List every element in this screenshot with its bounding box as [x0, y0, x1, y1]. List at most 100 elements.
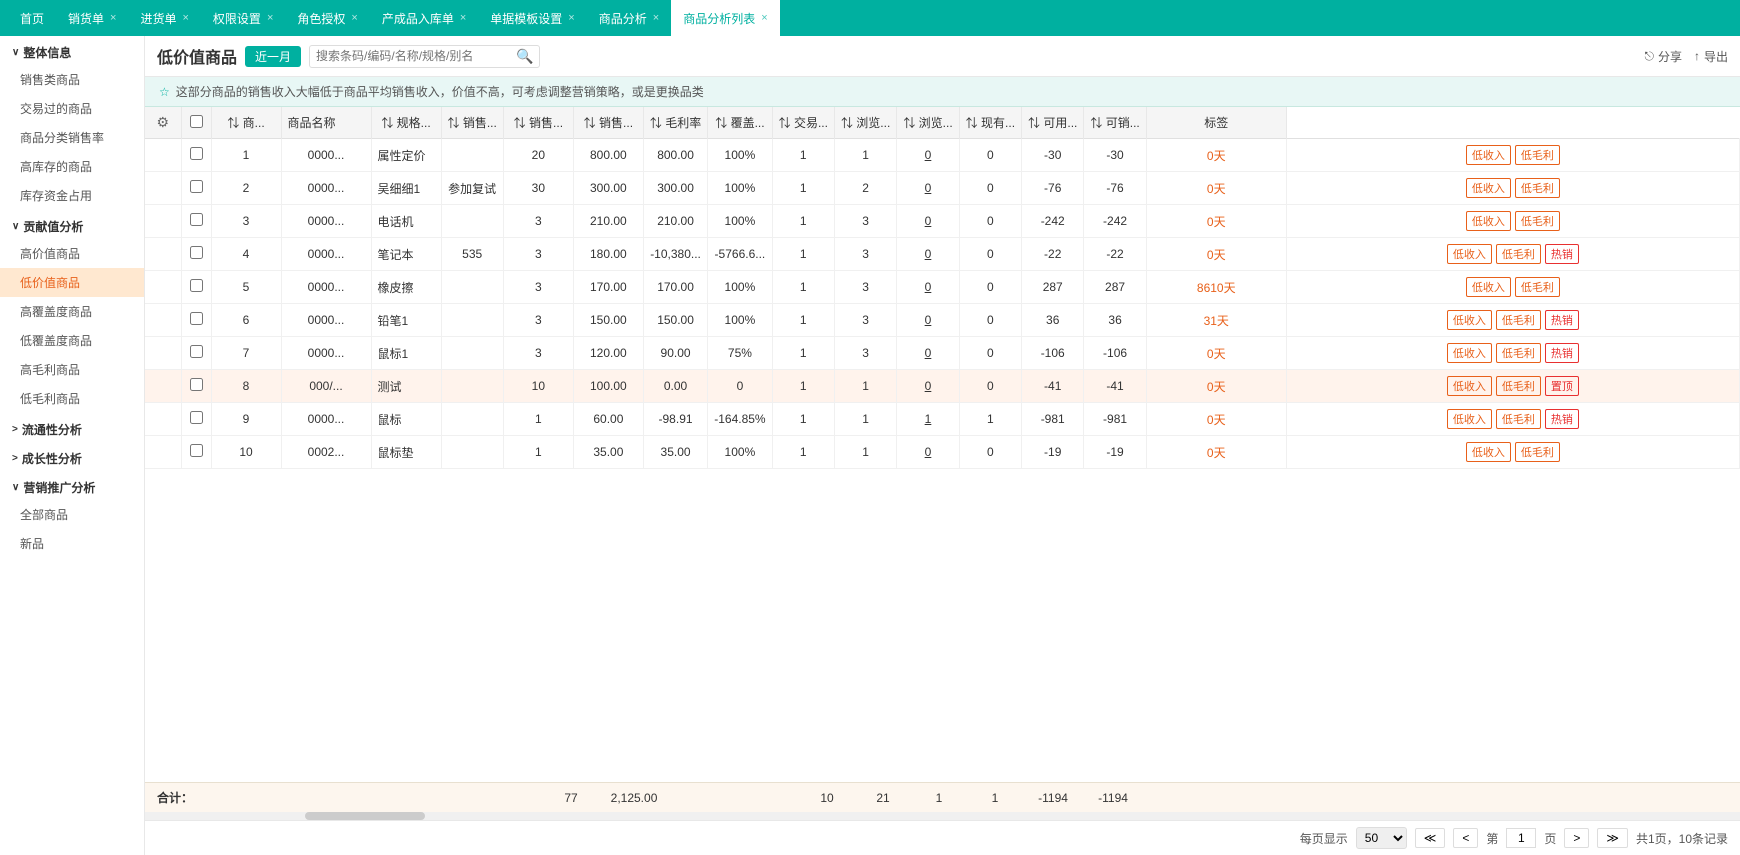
sort-icon[interactable]: ⇅ [1090, 116, 1102, 130]
row-checkbox[interactable] [181, 172, 211, 205]
close-icon[interactable]: × [460, 12, 466, 24]
nav-analysis-list[interactable]: 商品分析列表 × [671, 0, 779, 36]
row-pv[interactable]: 0 [897, 337, 959, 370]
sidebar-item-category-rate[interactable]: 商品分类销售率 [0, 123, 144, 152]
row-checkbox[interactable] [181, 370, 211, 403]
export-button[interactable]: ↑ 导出 [1694, 48, 1728, 65]
per-page-select[interactable]: 50 100 200 [1356, 827, 1407, 849]
sort-icon[interactable]: ⇅ [448, 116, 460, 130]
table-wrapper[interactable]: ⚙ ⇅ 商... 商品名称 ⇅ 规格... ⇅ 销售. [145, 107, 1740, 782]
next-page-button[interactable]: > [1564, 828, 1589, 848]
row-pv[interactable]: 0 [897, 238, 959, 271]
settings-column-header[interactable]: ⚙ [145, 107, 181, 139]
close-icon[interactable]: × [568, 12, 574, 24]
select-all-checkbox[interactable] [190, 115, 203, 128]
sidebar-item-low-coverage[interactable]: 低覆盖度商品 [0, 326, 144, 355]
sidebar-item-sales-goods[interactable]: 销售类商品 [0, 65, 144, 94]
row-checkbox[interactable] [181, 337, 211, 370]
sort-icon[interactable]: ⇅ [1028, 116, 1040, 130]
sort-icon[interactable]: ⇅ [715, 116, 727, 130]
close-icon[interactable]: × [351, 12, 357, 24]
row-checkbox[interactable] [181, 238, 211, 271]
row-tags: 低收入低毛利 [1286, 172, 1739, 205]
filter-button[interactable]: 近一月 [245, 46, 301, 67]
close-icon[interactable]: × [761, 12, 767, 24]
sort-icon[interactable]: ⇅ [514, 116, 526, 130]
share-icon: ⎋ [1644, 49, 1654, 64]
sidebar-item-high-stock[interactable]: 高库存的商品 [0, 152, 144, 181]
row-pv[interactable]: 0 [897, 436, 959, 469]
close-icon[interactable]: × [110, 12, 116, 24]
row-avail: -242 [1084, 205, 1146, 238]
search-input[interactable] [316, 49, 516, 63]
sort-icon[interactable]: ⇅ [584, 116, 596, 130]
footer-qty: 77 [543, 791, 599, 805]
nav-roles[interactable]: 角色授权 × [285, 0, 369, 36]
nav-analysis[interactable]: 商品分析 × [587, 0, 671, 36]
sort-icon[interactable]: ⇅ [966, 116, 978, 130]
table-row: 3 0000... 电话机 3 210.00 210.00 100% 1 3 0… [145, 205, 1740, 238]
sidebar-item-high-coverage[interactable]: 高覆盖度商品 [0, 297, 144, 326]
pv-link[interactable]: 0 [925, 148, 932, 162]
nav-inventory[interactable]: 产成品入库单 × [370, 0, 478, 36]
sidebar-group-contribution[interactable]: ∨ 贡献值分析 [0, 210, 144, 239]
settings-icon[interactable]: ⚙ [156, 114, 169, 130]
sort-icon[interactable]: ⇅ [227, 116, 239, 130]
prev-page-button[interactable]: < [1453, 828, 1478, 848]
row-checkbox[interactable] [181, 403, 211, 436]
close-icon[interactable]: × [182, 12, 188, 24]
sort-icon[interactable]: ⇅ [381, 116, 393, 130]
sidebar-item-all-goods[interactable]: 全部商品 [0, 500, 144, 529]
row-checkbox[interactable] [181, 304, 211, 337]
sidebar-item-traded-goods[interactable]: 交易过的商品 [0, 94, 144, 123]
close-icon[interactable]: × [653, 12, 659, 24]
checkbox-column-header[interactable] [181, 107, 211, 139]
sort-icon[interactable]: ⇅ [903, 116, 915, 130]
sidebar-group-circulation[interactable]: > 流通性分析 [0, 413, 144, 442]
nav-permissions[interactable]: 权限设置 × [201, 0, 285, 36]
sort-icon[interactable]: ⇅ [841, 116, 853, 130]
row-pv[interactable]: 1 [897, 403, 959, 436]
sidebar-group-marketing[interactable]: ∨ 营销推广分析 [0, 471, 144, 500]
pv-link[interactable]: 1 [925, 412, 932, 426]
share-button[interactable]: ⎋ 分享 [1644, 48, 1682, 65]
row-checkbox[interactable] [181, 436, 211, 469]
sidebar-item-high-value[interactable]: 高价值商品 [0, 239, 144, 268]
last-page-button[interactable]: ≫ [1597, 828, 1628, 848]
pv-link[interactable]: 0 [925, 313, 932, 327]
pv-link[interactable]: 0 [925, 247, 932, 261]
row-checkbox[interactable] [181, 205, 211, 238]
pv-link[interactable]: 0 [925, 379, 932, 393]
row-pv[interactable]: 0 [897, 172, 959, 205]
scrollbar-thumb[interactable] [305, 812, 425, 820]
nav-sales[interactable]: 销货单 × [56, 0, 128, 36]
pv-link[interactable]: 0 [925, 346, 932, 360]
nav-purchase[interactable]: 进货单 × [128, 0, 200, 36]
row-pv[interactable]: 0 [897, 271, 959, 304]
pv-link[interactable]: 0 [925, 445, 932, 459]
pv-link[interactable]: 0 [925, 280, 932, 294]
sidebar-item-high-margin[interactable]: 高毛利商品 [0, 355, 144, 384]
row-pv[interactable]: 0 [897, 139, 959, 172]
row-checkbox[interactable] [181, 139, 211, 172]
sidebar-item-new-goods[interactable]: 新品 [0, 529, 144, 558]
row-checkbox[interactable] [181, 271, 211, 304]
horizontal-scrollbar[interactable] [145, 812, 1740, 820]
sort-icon[interactable]: ⇅ [779, 116, 791, 130]
search-icon[interactable]: 🔍 [516, 48, 533, 65]
row-pv[interactable]: 0 [897, 304, 959, 337]
pv-link[interactable]: 0 [925, 214, 932, 228]
sidebar-item-stock-capital[interactable]: 库存资金占用 [0, 181, 144, 210]
row-pv[interactable]: 0 [897, 370, 959, 403]
row-pv[interactable]: 0 [897, 205, 959, 238]
sidebar-group-overview[interactable]: ∨ 整体信息 [0, 36, 144, 65]
nav-template[interactable]: 单据模板设置 × [478, 0, 586, 36]
nav-home[interactable]: 首页 [8, 0, 56, 36]
sidebar-group-growth[interactable]: > 成长性分析 [0, 442, 144, 471]
sidebar-item-low-value[interactable]: 低价值商品 [0, 268, 144, 297]
close-icon[interactable]: × [267, 12, 273, 24]
pv-link[interactable]: 0 [925, 181, 932, 195]
first-page-button[interactable]: ≪ [1415, 828, 1446, 848]
sort-icon[interactable]: ⇅ [650, 116, 662, 130]
sidebar-item-low-margin[interactable]: 低毛利商品 [0, 384, 144, 413]
